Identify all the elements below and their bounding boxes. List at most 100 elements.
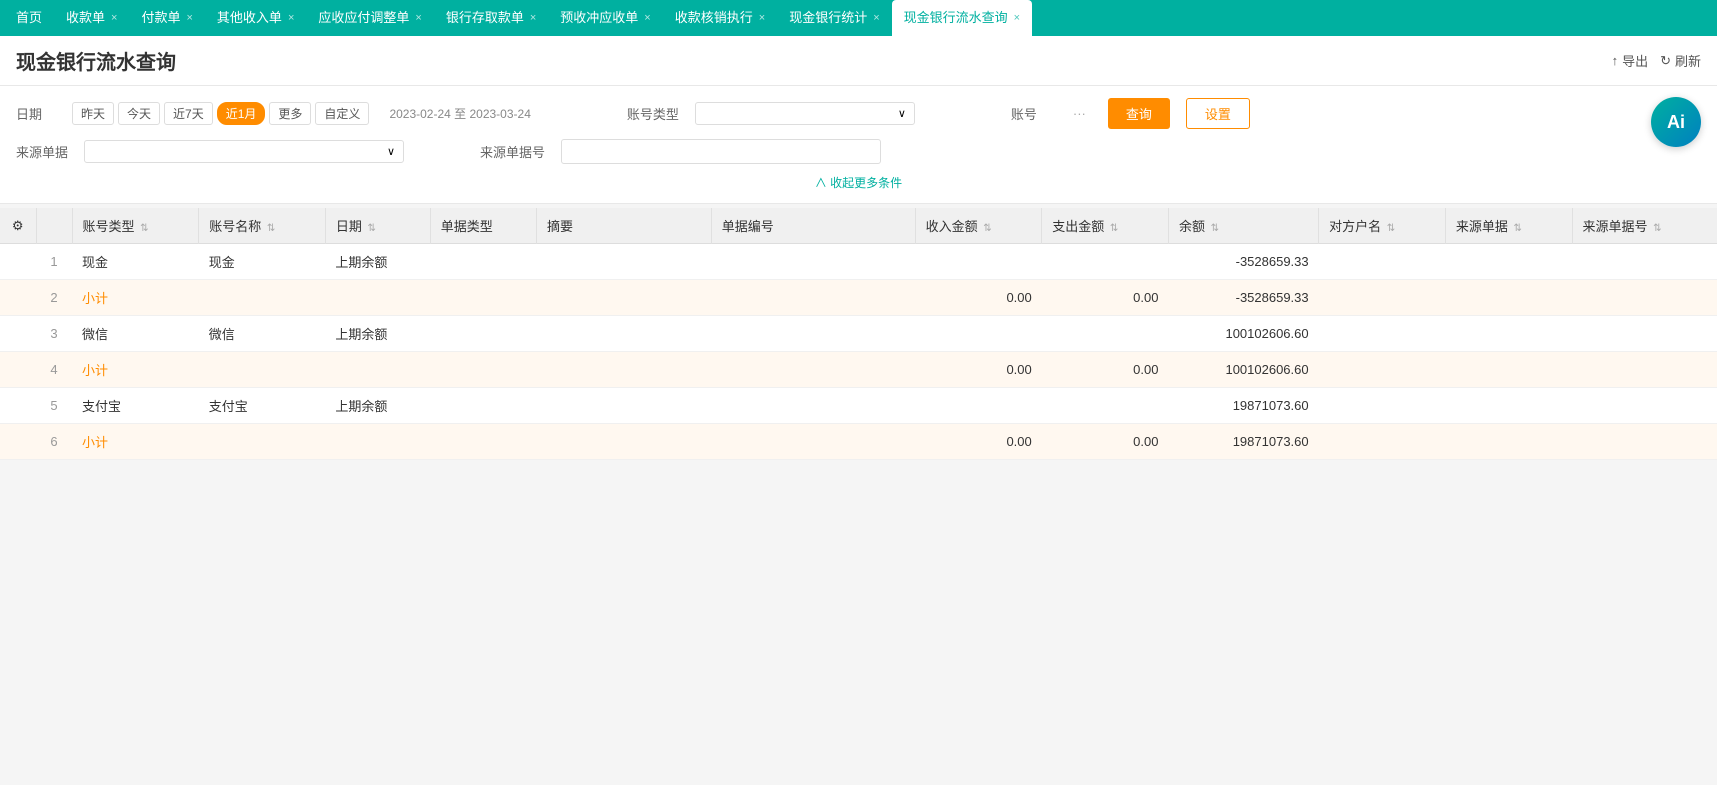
col-expense[interactable]: 支出金额 ⇅: [1042, 208, 1169, 244]
row-doc-no: [711, 388, 915, 424]
query-button[interactable]: 查询: [1108, 98, 1170, 129]
row-number: 2: [36, 280, 72, 316]
date-range: 2023-02-24 至 2023-03-24: [389, 105, 530, 122]
nav-advance-offset[interactable]: 预收冲应收单 ×: [548, 0, 662, 36]
row-source-doc: [1445, 316, 1572, 352]
date-btn-today[interactable]: 今天: [118, 102, 160, 125]
col-balance[interactable]: 余额 ⇅: [1168, 208, 1318, 244]
row-balance: -3528659.33: [1168, 280, 1318, 316]
date-btn-custom[interactable]: 自定义: [315, 102, 369, 125]
date-btn-yesterday[interactable]: 昨天: [72, 102, 114, 125]
nav-bank-deposit-label: 银行存取款单: [446, 0, 524, 36]
source-doc-select[interactable]: ∨: [84, 140, 404, 163]
close-icon[interactable]: ×: [530, 0, 536, 36]
row-expense: 0.00: [1042, 352, 1169, 388]
date-options: 昨天 今天 近7天 近1月 更多 自定义: [72, 102, 369, 125]
row-summary: [537, 424, 712, 460]
col-doc-type: 单据类型: [430, 208, 536, 244]
row-doc-type: [430, 316, 536, 352]
col-account-type[interactable]: 账号类型 ⇅: [72, 208, 199, 244]
row-number: 1: [36, 244, 72, 280]
close-icon[interactable]: ×: [644, 0, 650, 36]
row-number: 4: [36, 352, 72, 388]
row-source-doc-no: [1572, 388, 1717, 424]
row-account-type: 小计: [72, 352, 199, 388]
date-btn-more[interactable]: 更多: [269, 102, 311, 125]
col-source-doc-no[interactable]: 来源单据号 ⇅: [1572, 208, 1717, 244]
nav-other-income[interactable]: 其他收入单 ×: [205, 0, 306, 36]
close-icon[interactable]: ×: [759, 0, 765, 36]
col-settings[interactable]: ⚙: [0, 208, 36, 244]
row-income: [915, 244, 1042, 280]
row-expense: 0.00: [1042, 424, 1169, 460]
table-header-row: ⚙ 账号类型 ⇅ 账号名称 ⇅ 日期 ⇅ 单据类型 摘要 单据编号 收入金额 ⇅…: [0, 208, 1717, 244]
row-doc-no: [711, 352, 915, 388]
date-btn-7days[interactable]: 近7天: [164, 102, 213, 125]
close-icon[interactable]: ×: [186, 0, 192, 36]
row-income: [915, 316, 1042, 352]
table-row: 4 小计 0.00 0.00 100102606.60: [0, 352, 1717, 388]
close-icon[interactable]: ×: [1014, 0, 1020, 36]
close-icon[interactable]: ×: [111, 0, 117, 36]
table-row: 6 小计 0.00 0.00 19871073.60: [0, 424, 1717, 460]
col-account-name[interactable]: 账号名称 ⇅: [199, 208, 326, 244]
row-counterparty: [1319, 280, 1446, 316]
col-counterparty[interactable]: 对方户名 ⇅: [1319, 208, 1446, 244]
nav-payments[interactable]: 付款单 ×: [129, 0, 204, 36]
nav-other-income-label: 其他收入单: [217, 0, 282, 36]
settings-button[interactable]: 设置: [1186, 98, 1250, 129]
nav-cash-bank-flow[interactable]: 现金银行流水查询 ×: [892, 0, 1032, 36]
row-account-name: 微信: [199, 316, 326, 352]
row-account-type: 小计: [72, 424, 199, 460]
row-doc-type: [430, 352, 536, 388]
nav-receipts[interactable]: 收款单 ×: [54, 0, 129, 36]
row-counterparty: [1319, 424, 1446, 460]
export-icon: ↑: [1612, 53, 1619, 68]
row-number: 5: [36, 388, 72, 424]
nav-collection-exec-label: 收款核销执行: [675, 0, 753, 36]
row-summary: [537, 316, 712, 352]
row-balance: 19871073.60: [1168, 388, 1318, 424]
account-type-select[interactable]: ∨: [695, 102, 915, 125]
row-income: [915, 388, 1042, 424]
row-doc-no: [711, 316, 915, 352]
row-source-doc-no: [1572, 244, 1717, 280]
refresh-button[interactable]: ↻ 刷新: [1660, 51, 1701, 70]
source-doc-no-label: 来源单据号: [480, 142, 545, 161]
top-navigation: 首页 收款单 × 付款单 × 其他收入单 × 应收应付调整单 × 银行存取款单 …: [0, 0, 1717, 36]
row-date: 上期余额: [325, 316, 430, 352]
col-income[interactable]: 收入金额 ⇅: [915, 208, 1042, 244]
nav-receivable-adjust[interactable]: 应收应付调整单 ×: [306, 0, 433, 36]
ai-assistant-button[interactable]: Ai: [1651, 97, 1701, 147]
col-summary: 摘要: [537, 208, 712, 244]
row-income: 0.00: [915, 352, 1042, 388]
close-icon[interactable]: ×: [873, 0, 879, 36]
nav-payments-label: 付款单: [141, 0, 180, 36]
col-source-doc[interactable]: 来源单据 ⇅: [1445, 208, 1572, 244]
chevron-down-icon: ∨: [387, 145, 395, 158]
close-icon[interactable]: ×: [288, 0, 294, 36]
collapse-button[interactable]: ∧ 收起更多条件: [16, 174, 1701, 191]
page-title: 现金银行流水查询: [16, 46, 176, 75]
nav-home[interactable]: 首页: [4, 0, 54, 36]
page-header: 现金银行流水查询 ↑ 导出 ↻ 刷新: [0, 36, 1717, 86]
filter-row-2: 来源单据 ∨ 来源单据号: [16, 139, 1701, 164]
row-summary: [537, 352, 712, 388]
row-income: 0.00: [915, 280, 1042, 316]
row-source-doc: [1445, 352, 1572, 388]
nav-collection-exec[interactable]: 收款核销执行 ×: [663, 0, 777, 36]
close-icon[interactable]: ×: [415, 0, 421, 36]
date-label: 日期: [16, 104, 56, 123]
col-date[interactable]: 日期 ⇅: [325, 208, 430, 244]
nav-bank-deposit[interactable]: 银行存取款单 ×: [434, 0, 548, 36]
source-doc-no-input[interactable]: [561, 139, 881, 164]
row-account-type: 支付宝: [72, 388, 199, 424]
row-source-doc-no: [1572, 316, 1717, 352]
row-counterparty: [1319, 244, 1446, 280]
date-btn-1month[interactable]: 近1月: [217, 102, 266, 125]
row-date: 上期余额: [325, 388, 430, 424]
row-source-doc: [1445, 424, 1572, 460]
export-button[interactable]: ↑ 导出: [1612, 51, 1649, 70]
nav-cash-bank-stats[interactable]: 现金银行统计 ×: [777, 0, 891, 36]
account-dots-button[interactable]: ···: [1067, 104, 1092, 123]
